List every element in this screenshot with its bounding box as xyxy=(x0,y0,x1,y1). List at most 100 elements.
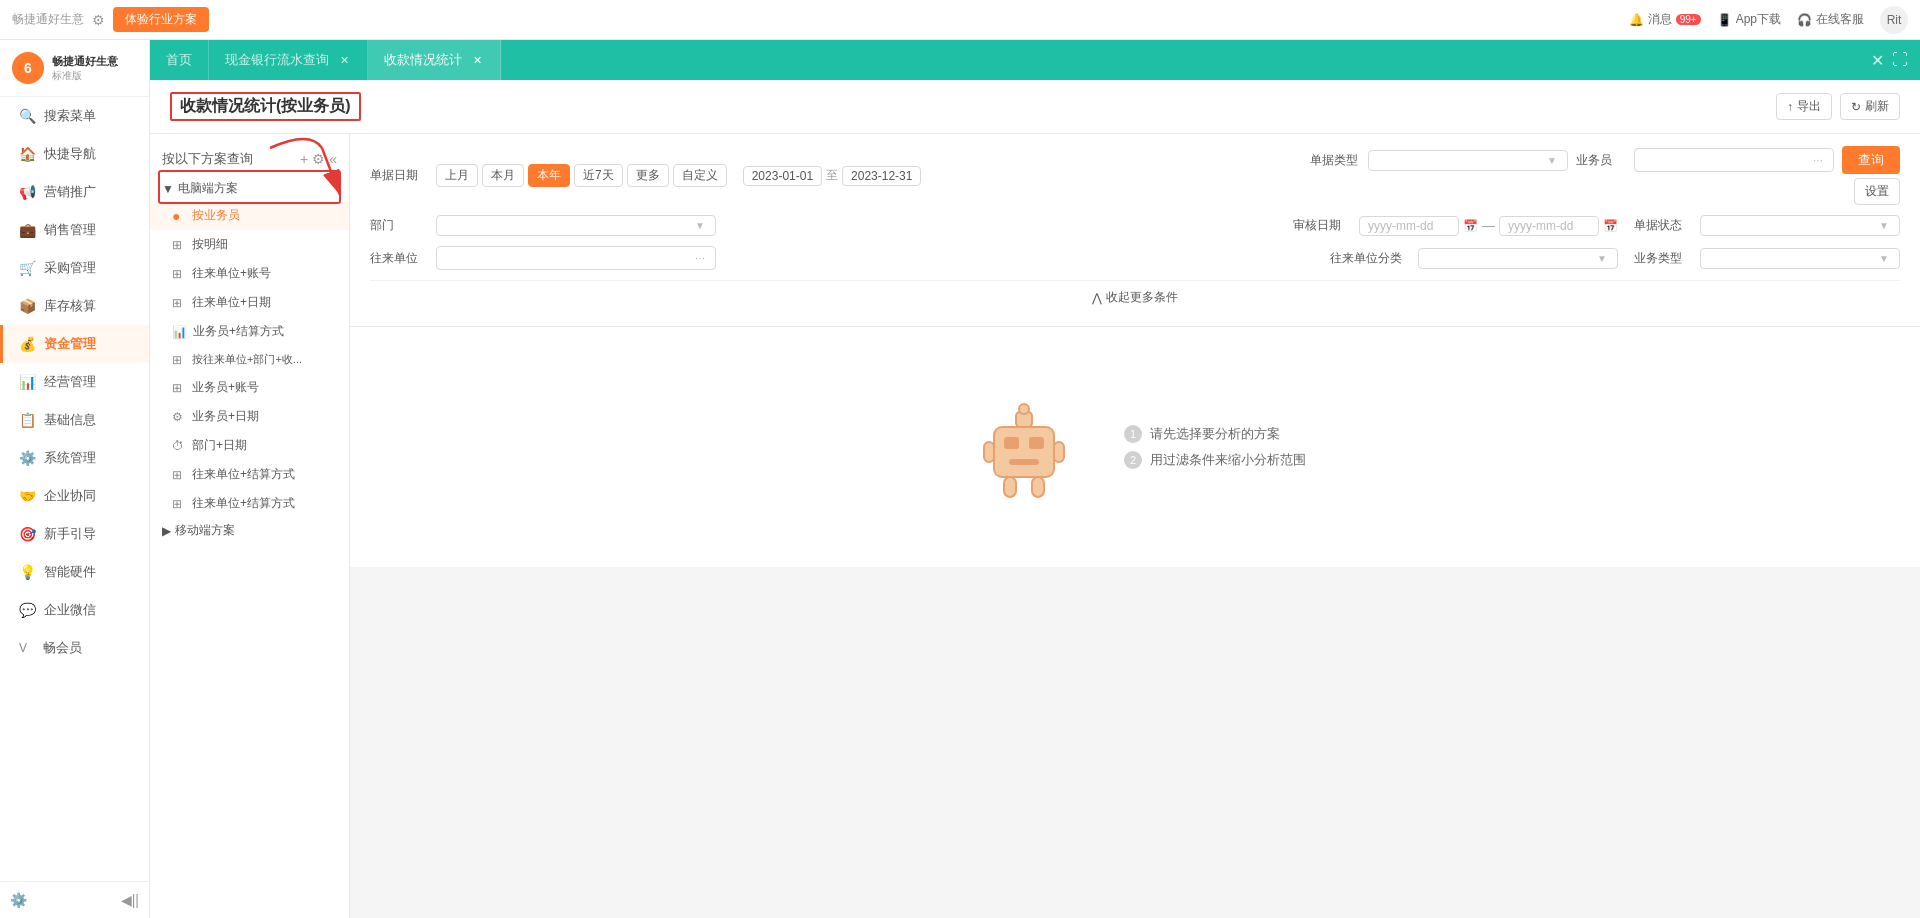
briefcase-icon: 💼 xyxy=(19,222,36,238)
user-avatar[interactable]: Rit xyxy=(1880,6,1908,34)
date-range: 2023-01-01 至 2023-12-31 xyxy=(743,166,922,186)
settings-scheme-icon[interactable]: ⚙ xyxy=(312,151,325,167)
sidebar-logo: 6 畅捷通好生意 标准版 xyxy=(0,40,149,97)
partner-category-select[interactable]: ▼ xyxy=(1418,248,1618,269)
online-service-group[interactable]: 🎧 在线客服 xyxy=(1797,11,1864,28)
menu-item-salesperson-settlement[interactable]: 📊 业务员+结算方式 xyxy=(150,317,349,346)
export-button[interactable]: ↑ 导出 xyxy=(1776,93,1832,120)
sidebar-item-wechat[interactable]: 💬 企业微信 xyxy=(0,591,149,629)
date-separator: 至 xyxy=(826,167,838,184)
doc-status-arrow: ▼ xyxy=(1879,220,1889,231)
audit-date-label: 审核日期 xyxy=(1293,217,1343,234)
trial-button[interactable]: 体验行业方案 xyxy=(113,7,209,32)
partner-more-icon[interactable]: ··· xyxy=(695,251,705,265)
refresh-button[interactable]: ↻ 刷新 xyxy=(1840,93,1900,120)
step-1-text: 请先选择要分析的方案 xyxy=(1150,425,1280,443)
tab-bank-flow-close[interactable]: ✕ xyxy=(337,53,351,67)
menu-item-dept-date[interactable]: ⏱ 部门+日期 xyxy=(150,431,349,460)
date-tab-this-year[interactable]: 本年 xyxy=(528,164,570,187)
date-label: 单据日期 xyxy=(370,167,420,184)
close-window-icon[interactable]: ✕ xyxy=(1871,51,1884,70)
notification-group[interactable]: 🔔 消息 99+ xyxy=(1629,11,1701,28)
right-panel: 单据日期 上月 本月 本年 近7天 更多 自定义 2023-01-01 至 xyxy=(350,134,1920,918)
pc-section-title[interactable]: ▼ 电脑端方案 xyxy=(150,176,349,201)
partner-select[interactable]: ··· xyxy=(436,246,716,270)
audit-date-from[interactable]: yyyy-mm-dd xyxy=(1359,216,1459,236)
collapse-filter-btn[interactable]: ⋀ 收起更多条件 xyxy=(370,280,1900,314)
salesperson-icon: ● xyxy=(172,208,186,224)
sidebar-item-system[interactable]: ⚙️ 系统管理 xyxy=(0,439,149,477)
menu-item-by-salesperson[interactable]: ● 按业务员 xyxy=(150,201,349,230)
mobile-section-title[interactable]: ▶ 移动端方案 xyxy=(150,518,349,543)
date-from[interactable]: 2023-01-01 xyxy=(743,166,822,186)
sidebar-item-operations[interactable]: 📊 经营管理 xyxy=(0,363,149,401)
svg-rect-9 xyxy=(1032,477,1044,497)
menu-item-partner-dept[interactable]: ⊞ 按往来单位+部门+收... xyxy=(150,346,349,373)
refresh-icon: ↻ xyxy=(1851,100,1861,114)
sidebar-item-enterprise[interactable]: 🤝 企业协同 xyxy=(0,477,149,515)
sidebar-item-purchase[interactable]: 🛒 采购管理 xyxy=(0,249,149,287)
salesperson-select[interactable]: ··· xyxy=(1634,148,1834,172)
audit-to-calendar-icon[interactable]: 📅 xyxy=(1603,219,1618,233)
menu-item-partner-date[interactable]: ⊞ 往来单位+日期 xyxy=(150,288,349,317)
partner-label: 往来单位 xyxy=(370,250,420,267)
tab-bar-right: ✕ ⛶ xyxy=(1871,51,1920,70)
maximize-window-icon[interactable]: ⛶ xyxy=(1892,51,1908,69)
menu-item-by-detail[interactable]: ⊞ 按明细 xyxy=(150,230,349,259)
tab-collection-stats-close[interactable]: ✕ xyxy=(470,53,484,67)
empty-robot-icon xyxy=(964,387,1084,507)
svg-rect-0 xyxy=(994,427,1054,477)
date-tab-custom[interactable]: 自定义 xyxy=(673,164,727,187)
tab-bank-flow[interactable]: 现金银行流水查询 ✕ xyxy=(209,40,368,80)
doc-status-select[interactable]: ▼ xyxy=(1700,215,1900,236)
mobile-section-label: 移动端方案 xyxy=(175,522,235,539)
sidebar-item-label: 采购管理 xyxy=(44,259,96,277)
sidebar-item-basic-info[interactable]: 📋 基础信息 xyxy=(0,401,149,439)
sidebar-item-finance[interactable]: 💰 资金管理 xyxy=(0,325,149,363)
audit-date-to[interactable]: yyyy-mm-dd xyxy=(1499,216,1599,236)
menu-item-partner-settlement2[interactable]: ⊞ 往来单位+结算方式 xyxy=(150,489,349,518)
app-download-label: App下载 xyxy=(1736,11,1781,28)
menu-item-salesperson-date[interactable]: ⚙ 业务员+日期 xyxy=(150,402,349,431)
sidebar-nav: 🔍 搜索菜单 🏠 快捷导航 📢 营销推广 💼 销售管理 🛒 采购管理 📦 xyxy=(0,97,149,881)
settings-icon[interactable]: ⚙ xyxy=(92,12,105,28)
date-tab-last-month[interactable]: 上月 xyxy=(436,164,478,187)
query-button[interactable]: 查询 xyxy=(1842,146,1900,174)
date-tab-last7[interactable]: 近7天 xyxy=(574,164,623,187)
audit-from-calendar-icon[interactable]: 📅 xyxy=(1463,219,1478,233)
menu-item-salesperson-account[interactable]: ⊞ 业务员+账号 xyxy=(150,373,349,402)
sidebar-item-label: 快捷导航 xyxy=(44,145,96,163)
box-icon: 📦 xyxy=(19,298,36,314)
dept-select[interactable]: ▼ xyxy=(436,215,716,236)
collapse-panel-icon[interactable]: « xyxy=(329,151,337,167)
collapse-sidebar-icon[interactable]: ◀|| xyxy=(121,892,139,908)
tab-home[interactable]: 首页 xyxy=(150,40,209,80)
menu-item-partner-settlement1[interactable]: ⊞ 往来单位+结算方式 xyxy=(150,460,349,489)
sidebar-item-quick-nav[interactable]: 🏠 快捷导航 xyxy=(0,135,149,173)
date-to[interactable]: 2023-12-31 xyxy=(842,166,921,186)
settings-small-button[interactable]: 设置 xyxy=(1854,178,1900,205)
doc-type-select[interactable]: ▼ xyxy=(1368,150,1568,171)
sidebar-item-sales[interactable]: 💼 销售管理 xyxy=(0,211,149,249)
notification-label: 消息 xyxy=(1648,11,1672,28)
dept-label: 部门 xyxy=(370,217,420,234)
menu-item-label: 往来单位+结算方式 xyxy=(192,466,295,483)
sidebar-item-member[interactable]: V 畅会员 xyxy=(0,629,149,667)
target-icon: 🎯 xyxy=(19,526,36,542)
page-actions: ↑ 导出 ↻ 刷新 xyxy=(1776,93,1900,120)
sidebar-item-smart-hw[interactable]: 💡 智能硬件 xyxy=(0,553,149,591)
tab-collection-stats[interactable]: 收款情况统计 ✕ xyxy=(368,40,501,80)
bottom-settings-icon[interactable]: ⚙️ xyxy=(10,892,27,908)
biz-type-select[interactable]: ▼ xyxy=(1700,248,1900,269)
sidebar-item-guide[interactable]: 🎯 新手引导 xyxy=(0,515,149,553)
sidebar-item-inventory[interactable]: 📦 库存核算 xyxy=(0,287,149,325)
date-tab-more[interactable]: 更多 xyxy=(627,164,669,187)
salesperson-more-icon[interactable]: ··· xyxy=(1813,153,1823,167)
add-scheme-icon[interactable]: + xyxy=(300,151,308,167)
app-download-group[interactable]: 📱 App下载 xyxy=(1717,11,1781,28)
audit-date-separator: — xyxy=(1482,218,1495,233)
date-tab-this-month[interactable]: 本月 xyxy=(482,164,524,187)
menu-item-partner-account[interactable]: ⊞ 往来单位+账号 xyxy=(150,259,349,288)
sidebar-item-search[interactable]: 🔍 搜索菜单 xyxy=(0,97,149,135)
sidebar-item-marketing[interactable]: 📢 营销推广 xyxy=(0,173,149,211)
